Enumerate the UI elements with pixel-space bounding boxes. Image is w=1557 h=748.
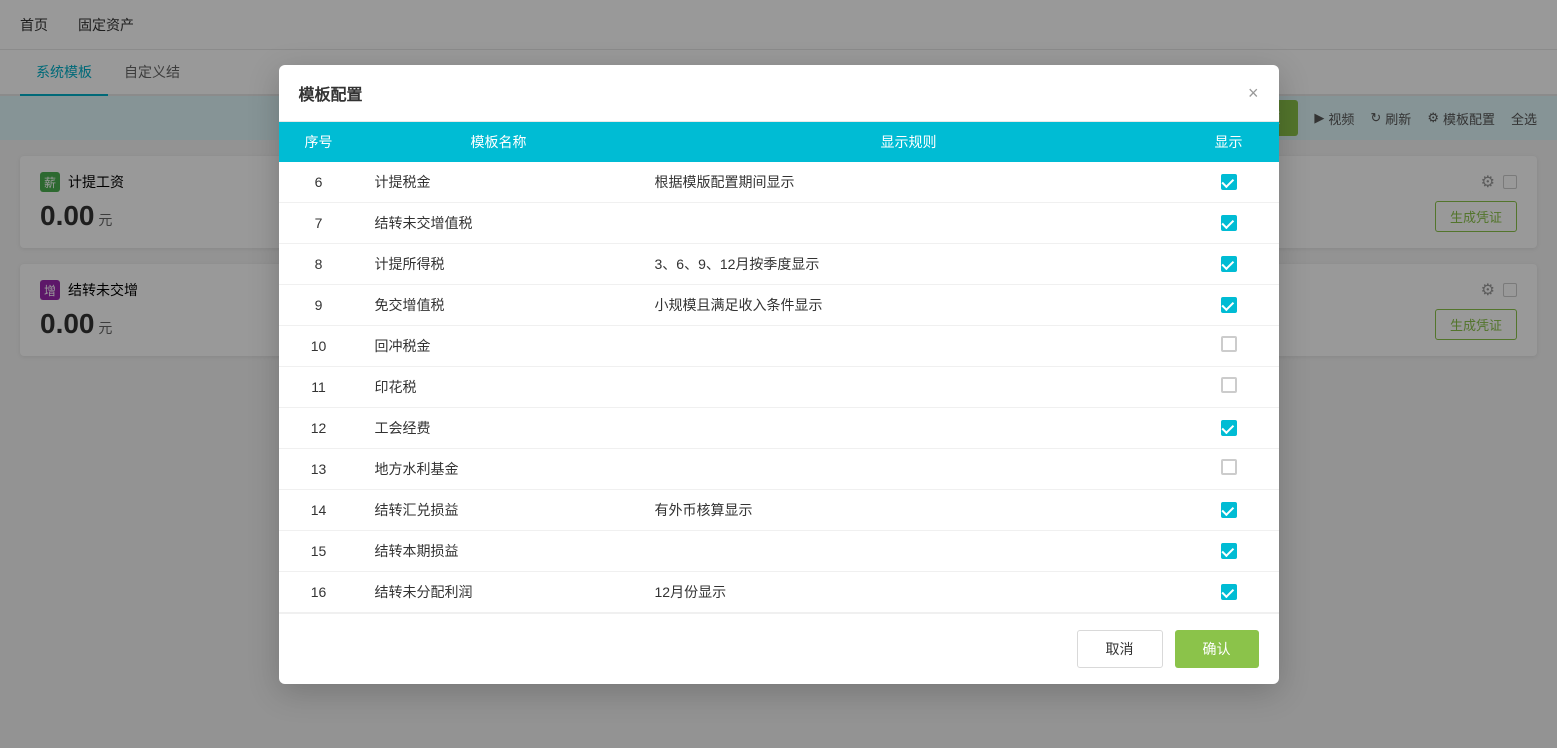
- confirm-button[interactable]: 确认: [1175, 630, 1259, 668]
- row-rule: [639, 407, 1179, 448]
- row-checkbox-cell: [1179, 448, 1279, 489]
- col-rule: 显示规则: [639, 122, 1179, 162]
- row-name: 结转本期损益: [359, 530, 639, 571]
- dialog-title: 模板配置: [299, 81, 363, 105]
- row-checkbox[interactable]: [1221, 377, 1237, 393]
- row-checkbox[interactable]: [1221, 297, 1237, 313]
- dialog-close-button[interactable]: ×: [1248, 84, 1259, 102]
- row-name: 结转汇兑损益: [359, 489, 639, 530]
- row-checkbox[interactable]: [1221, 336, 1237, 352]
- row-name: 地方水利基金: [359, 448, 639, 489]
- table-row: 12工会经费: [279, 407, 1279, 448]
- row-id: 16: [279, 571, 359, 612]
- row-rule: [639, 366, 1179, 407]
- row-checkbox-cell: [1179, 530, 1279, 571]
- row-rule: [639, 448, 1179, 489]
- table-row: 10回冲税金: [279, 325, 1279, 366]
- row-name: 计提税金: [359, 162, 639, 203]
- table-header: 序号 模板名称 显示规则 显示: [279, 122, 1279, 162]
- modal-overlay: 模板配置 × 序号 模板名称 显示规则 显示 6计提税金根据模版配置期间显示7结…: [0, 0, 1557, 748]
- row-rule: 根据模版配置期间显示: [639, 162, 1179, 203]
- row-checkbox-cell: [1179, 202, 1279, 243]
- row-id: 12: [279, 407, 359, 448]
- table-body: 6计提税金根据模版配置期间显示7结转未交增值税8计提所得税3、6、9、12月按季…: [279, 162, 1279, 613]
- col-name: 模板名称: [359, 122, 639, 162]
- row-rule: 12月份显示: [639, 571, 1179, 612]
- row-checkbox[interactable]: [1221, 584, 1237, 600]
- row-checkbox-cell: [1179, 571, 1279, 612]
- row-name: 计提所得税: [359, 243, 639, 284]
- row-checkbox[interactable]: [1221, 420, 1237, 436]
- row-id: 11: [279, 366, 359, 407]
- row-checkbox-cell: [1179, 325, 1279, 366]
- row-checkbox[interactable]: [1221, 256, 1237, 272]
- row-id: 6: [279, 162, 359, 203]
- table-row: 6计提税金根据模版配置期间显示: [279, 162, 1279, 203]
- dialog-footer: 取消 确认: [279, 613, 1279, 684]
- row-name: 回冲税金: [359, 325, 639, 366]
- row-rule: [639, 325, 1179, 366]
- row-id: 10: [279, 325, 359, 366]
- row-name: 印花税: [359, 366, 639, 407]
- row-name: 结转未交增值税: [359, 202, 639, 243]
- row-checkbox[interactable]: [1221, 459, 1237, 475]
- row-id: 9: [279, 284, 359, 325]
- row-rule: [639, 202, 1179, 243]
- table-row: 7结转未交增值税: [279, 202, 1279, 243]
- row-checkbox-cell: [1179, 243, 1279, 284]
- row-rule: [639, 530, 1179, 571]
- config-table: 序号 模板名称 显示规则 显示 6计提税金根据模版配置期间显示7结转未交增值税8…: [279, 122, 1279, 613]
- row-id: 13: [279, 448, 359, 489]
- row-checkbox[interactable]: [1221, 502, 1237, 518]
- row-checkbox[interactable]: [1221, 215, 1237, 231]
- table-row: 14结转汇兑损益有外币核算显示: [279, 489, 1279, 530]
- row-name: 工会经费: [359, 407, 639, 448]
- cancel-button[interactable]: 取消: [1077, 630, 1163, 668]
- col-show: 显示: [1179, 122, 1279, 162]
- table-row: 8计提所得税3、6、9、12月按季度显示: [279, 243, 1279, 284]
- template-config-dialog: 模板配置 × 序号 模板名称 显示规则 显示 6计提税金根据模版配置期间显示7结…: [279, 65, 1279, 684]
- row-rule: 小规模且满足收入条件显示: [639, 284, 1179, 325]
- table-row: 15结转本期损益: [279, 530, 1279, 571]
- dialog-body: 序号 模板名称 显示规则 显示 6计提税金根据模版配置期间显示7结转未交增值税8…: [279, 122, 1279, 613]
- table-row: 13地方水利基金: [279, 448, 1279, 489]
- row-checkbox-cell: [1179, 284, 1279, 325]
- row-checkbox-cell: [1179, 366, 1279, 407]
- row-rule: 3、6、9、12月按季度显示: [639, 243, 1179, 284]
- row-checkbox-cell: [1179, 489, 1279, 530]
- col-id: 序号: [279, 122, 359, 162]
- row-id: 15: [279, 530, 359, 571]
- table-row: 16结转未分配利润12月份显示: [279, 571, 1279, 612]
- row-checkbox[interactable]: [1221, 543, 1237, 559]
- table-row: 9免交增值税小规模且满足收入条件显示: [279, 284, 1279, 325]
- table-row: 11印花税: [279, 366, 1279, 407]
- row-checkbox-cell: [1179, 407, 1279, 448]
- dialog-header: 模板配置 ×: [279, 65, 1279, 122]
- row-id: 7: [279, 202, 359, 243]
- row-name: 免交增值税: [359, 284, 639, 325]
- row-rule: 有外币核算显示: [639, 489, 1179, 530]
- row-checkbox-cell: [1179, 162, 1279, 203]
- row-id: 8: [279, 243, 359, 284]
- row-id: 14: [279, 489, 359, 530]
- row-checkbox[interactable]: [1221, 174, 1237, 190]
- row-name: 结转未分配利润: [359, 571, 639, 612]
